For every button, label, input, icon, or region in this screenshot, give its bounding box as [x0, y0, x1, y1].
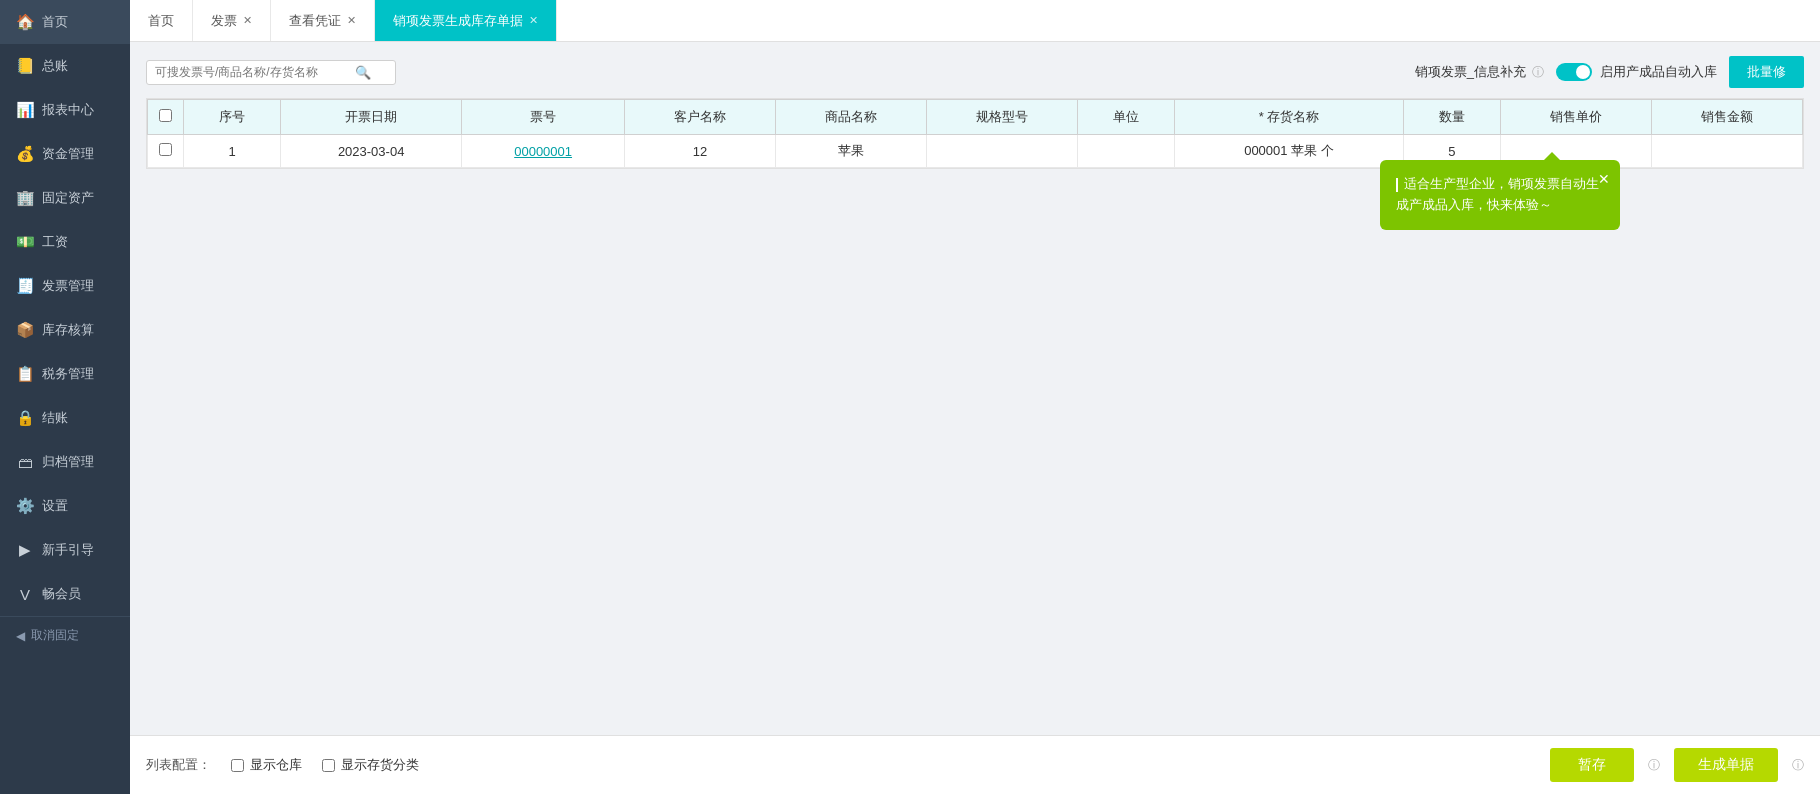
sidebar-pin[interactable]: ◀ 取消固定 — [0, 616, 130, 654]
sidebar: 🏠 首页 📒 总账 📊 报表中心 💰 资金管理 🏢 固定资产 💵 工资 🧾 发票… — [0, 0, 130, 794]
tab-home[interactable]: 首页 — [130, 0, 193, 41]
main-area: 首页 发票 ✕ 查看凭证 ✕ 销项发票生成库存单据 ✕ 🔍 销项发票_信息补充 … — [130, 0, 1820, 794]
header-number: 票号 — [462, 100, 625, 135]
toggle-wrap: 启用产成品自动入库 — [1556, 63, 1717, 81]
tab-voucher-close[interactable]: ✕ — [347, 14, 356, 27]
batch-button[interactable]: 批量修 — [1729, 56, 1804, 88]
funds-icon: 💰 — [16, 145, 34, 163]
guide-icon: ▶ — [16, 541, 34, 559]
row-product: 苹果 — [776, 135, 927, 168]
info-icon[interactable]: ⓘ — [1532, 64, 1544, 81]
closing-icon: 🔒 — [16, 409, 34, 427]
sidebar-item-settings[interactable]: ⚙️ 设置 — [0, 484, 130, 528]
sidebar-item-salary[interactable]: 💵 工资 — [0, 220, 130, 264]
sidebar-item-home[interactable]: 🏠 首页 — [0, 0, 130, 44]
show-warehouse-checkbox[interactable] — [231, 759, 244, 772]
pin-icon: ◀ — [16, 629, 25, 643]
sidebar-item-invoice[interactable]: 🧾 发票管理 — [0, 264, 130, 308]
row-customer: 12 — [625, 135, 776, 168]
sidebar-item-funds[interactable]: 💰 资金管理 — [0, 132, 130, 176]
toolbar-info: 销项发票_信息补充 ⓘ — [1415, 63, 1544, 81]
header-amount: 销售金额 — [1651, 100, 1802, 135]
row-checkbox[interactable] — [159, 143, 172, 156]
header-checkbox[interactable] — [148, 100, 184, 135]
row-number[interactable]: 00000001 — [462, 135, 625, 168]
header-price: 销售单价 — [1501, 100, 1652, 135]
generate-button[interactable]: 生成单据 — [1674, 748, 1778, 782]
sidebar-item-ledger[interactable]: 📒 总账 — [0, 44, 130, 88]
header-unit: 单位 — [1077, 100, 1174, 135]
select-all-checkbox[interactable] — [159, 109, 172, 122]
tooltip-popup: ✕ 适合生产型企业，销项发票自动生成产成品入库，快来体验～ — [1380, 160, 1620, 230]
reports-icon: 📊 — [16, 101, 34, 119]
home-icon: 🏠 — [16, 13, 34, 31]
sidebar-item-closing[interactable]: 🔒 结账 — [0, 396, 130, 440]
search-box[interactable]: 🔍 — [146, 60, 396, 85]
tooltip-cursor — [1396, 178, 1398, 192]
row-unit — [1077, 135, 1174, 168]
row-amount — [1651, 135, 1802, 168]
row-inventory[interactable]: 000001 苹果 个 — [1175, 135, 1404, 168]
show-warehouse-label[interactable]: 显示仓库 — [231, 756, 302, 774]
tab-bar: 首页 发票 ✕ 查看凭证 ✕ 销项发票生成库存单据 ✕ — [130, 0, 1820, 42]
generate-info-icon[interactable]: ⓘ — [1792, 757, 1804, 774]
toolbar: 🔍 销项发票_信息补充 ⓘ 启用产成品自动入库 批量修 — [146, 56, 1804, 88]
sidebar-item-inventory[interactable]: 📦 库存核算 — [0, 308, 130, 352]
search-icon: 🔍 — [355, 65, 371, 80]
content-area: 🔍 销项发票_信息补充 ⓘ 启用产成品自动入库 批量修 — [130, 42, 1820, 735]
save-info-icon[interactable]: ⓘ — [1648, 757, 1660, 774]
tax-icon: 📋 — [16, 365, 34, 383]
row-spec — [927, 135, 1078, 168]
sidebar-item-assets[interactable]: 🏢 固定资产 — [0, 176, 130, 220]
table-header-row: 序号 开票日期 票号 客户名称 商品名称 规格型号 单位 * 存货名称 数量 销… — [148, 100, 1803, 135]
sidebar-item-archive[interactable]: 🗃 归档管理 — [0, 440, 130, 484]
tab-invoice[interactable]: 发票 ✕ — [193, 0, 271, 41]
tab-inventory-form[interactable]: 销项发票生成库存单据 ✕ — [375, 0, 557, 41]
archive-icon: 🗃 — [16, 453, 34, 471]
header-customer: 客户名称 — [625, 100, 776, 135]
row-checkbox-cell[interactable] — [148, 135, 184, 168]
header-seq: 序号 — [184, 100, 281, 135]
show-category-label[interactable]: 显示存货分类 — [322, 756, 419, 774]
assets-icon: 🏢 — [16, 189, 34, 207]
header-spec: 规格型号 — [927, 100, 1078, 135]
invoice-icon: 🧾 — [16, 277, 34, 295]
bottom-actions: 暂存 ⓘ 生成单据 ⓘ — [1550, 748, 1804, 782]
search-input[interactable] — [155, 65, 355, 79]
salary-icon: 💵 — [16, 233, 34, 251]
tooltip-close[interactable]: ✕ — [1598, 168, 1610, 190]
row-seq: 1 — [184, 135, 281, 168]
sidebar-item-tax[interactable]: 📋 税务管理 — [0, 352, 130, 396]
save-button[interactable]: 暂存 — [1550, 748, 1634, 782]
header-product: 商品名称 — [776, 100, 927, 135]
inventory-icon: 📦 — [16, 321, 34, 339]
row-date: 2023-03-04 — [281, 135, 462, 168]
show-category-checkbox[interactable] — [322, 759, 335, 772]
header-inventory: * 存货名称 — [1175, 100, 1404, 135]
sidebar-item-reports[interactable]: 📊 报表中心 — [0, 88, 130, 132]
tab-inventory-form-close[interactable]: ✕ — [529, 14, 538, 27]
tab-invoice-close[interactable]: ✕ — [243, 14, 252, 27]
ledger-icon: 📒 — [16, 57, 34, 75]
sidebar-item-guide[interactable]: ▶ 新手引导 — [0, 528, 130, 572]
sidebar-item-vip[interactable]: V 畅会员 — [0, 572, 130, 616]
bottom-bar: 列表配置： 显示仓库 显示存货分类 暂存 ⓘ 生成单据 ⓘ — [130, 735, 1820, 794]
settings-icon: ⚙️ — [16, 497, 34, 515]
header-date: 开票日期 — [281, 100, 462, 135]
header-qty: 数量 — [1403, 100, 1500, 135]
tab-voucher[interactable]: 查看凭证 ✕ — [271, 0, 375, 41]
auto-warehouse-toggle[interactable] — [1556, 63, 1592, 81]
vip-icon: V — [16, 585, 34, 603]
